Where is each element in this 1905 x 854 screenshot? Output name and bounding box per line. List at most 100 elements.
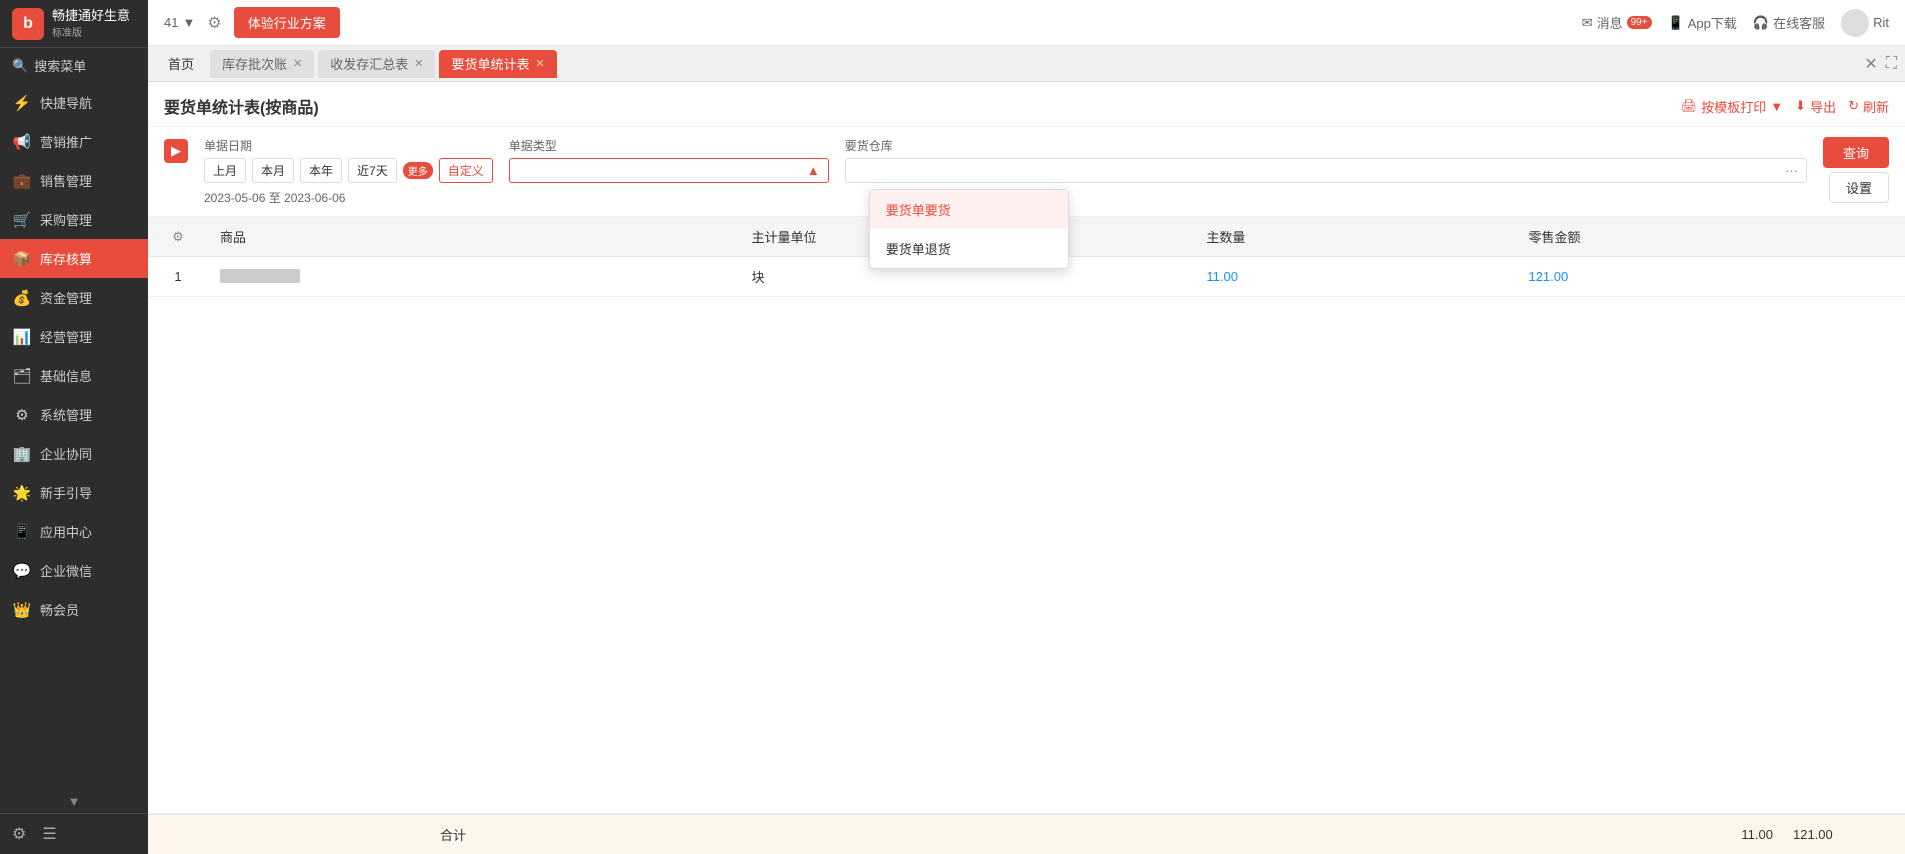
sidebar-item-guide[interactable]: 🌟 新手引导: [0, 473, 148, 512]
trial-button[interactable]: 体验行业方案: [234, 7, 340, 38]
tab-batch-close[interactable]: ✕: [293, 57, 302, 70]
filter-actions: 查询 设置: [1823, 137, 1889, 203]
enterprise-icon: 🏢: [12, 445, 32, 463]
page-content: 要货单统计表(按商品) 🖨 按模板打印 ▼ ⬇ 导出 ↻ 刷新 ▶: [148, 82, 1905, 854]
app-download-item[interactable]: 📱 App下载: [1668, 13, 1737, 32]
sidebar-item-operations[interactable]: 📊 经营管理: [0, 317, 148, 356]
col-settings[interactable]: ⚙: [148, 217, 208, 257]
export-action[interactable]: ⬇ 导出: [1795, 97, 1836, 116]
sidebar-nav: ⚡ 快捷导航 📢 营销推广 💼 销售管理 🛒 采购管理 📦 库存核算 💰 资金管…: [0, 83, 148, 790]
col-amount: 零售金额: [1516, 217, 1905, 257]
dropdown-item-return[interactable]: 要货单退货: [870, 229, 1068, 268]
print-dropdown-icon: ▼: [1770, 99, 1783, 114]
sidebar-item-member[interactable]: 👑 畅会员: [0, 590, 148, 629]
tab-home[interactable]: 首页: [156, 50, 206, 78]
finance-icon: 💰: [12, 289, 32, 307]
blurred-product-name: [220, 269, 300, 283]
refresh-icon: ↻: [1848, 98, 1859, 114]
expand-filter-button[interactable]: ▶: [164, 139, 188, 163]
shortcut-icon: ⚡: [12, 94, 32, 112]
type-filter-group: 单据类型 ▲ 要货单要货 要货单退货: [509, 137, 829, 183]
store-name: 41: [164, 15, 178, 30]
message-item[interactable]: ✉ 消息 99+: [1582, 13, 1652, 32]
date-btn-lastmonth[interactable]: 上月: [204, 158, 246, 183]
tab-summary[interactable]: 收发存汇总表 ✕: [318, 50, 435, 78]
date-filter-row: 上月 本月 本年 近7天 更多 自定义: [204, 158, 493, 183]
page-actions: 🖨 按模板打印 ▼ ⬇ 导出 ↻ 刷新: [1681, 97, 1889, 116]
app-icon: 📱: [1668, 15, 1684, 31]
qty-link[interactable]: 11.00: [1206, 269, 1238, 284]
date-btn-thismonth[interactable]: 本月: [252, 158, 294, 183]
sidebar-item-sales[interactable]: 💼 销售管理: [0, 161, 148, 200]
tab-home-label: 首页: [168, 54, 194, 73]
message-icon: ✉: [1582, 15, 1593, 31]
sidebar-item-label: 经营管理: [40, 327, 92, 346]
date-btn-thisyear[interactable]: 本年: [300, 158, 342, 183]
top-header: 41 ▼ ⚙ 体验行业方案 ✉ 消息 99+ 📱 App下载 🎧 在线客服 R: [148, 0, 1905, 46]
settings-bottom-icon[interactable]: ⚙: [12, 824, 26, 844]
sidebar-item-system[interactable]: ⚙ 系统管理: [0, 395, 148, 434]
export-icon: ⬇: [1795, 98, 1806, 114]
sidebar-item-label: 应用中心: [40, 522, 92, 541]
tab-close-all-icon[interactable]: ✕: [1864, 54, 1877, 74]
store-selector[interactable]: 41 ▼: [164, 15, 195, 30]
dropdown-item-label: 要货单要货: [886, 203, 951, 218]
tab-requisition[interactable]: 要货单统计表 ✕: [439, 50, 556, 78]
sidebar-item-label: 采购管理: [40, 210, 92, 229]
service-item[interactable]: 🎧 在线客服: [1753, 13, 1825, 32]
settings-button[interactable]: 设置: [1829, 172, 1889, 203]
menu-bottom-icon[interactable]: ☰: [42, 824, 56, 844]
logo-name: 畅捷通好生意: [52, 8, 130, 25]
sidebar-search[interactable]: 🔍 搜索菜单: [0, 48, 148, 83]
warehouse-filter-input[interactable]: ···: [845, 158, 1807, 183]
sidebar-item-purchase[interactable]: 🛒 采购管理: [0, 200, 148, 239]
footer-label: 合计: [160, 825, 466, 844]
export-label: 导出: [1810, 97, 1836, 116]
amount-link[interactable]: 121.00: [1528, 269, 1568, 284]
sidebar-item-inventory[interactable]: 📦 库存核算: [0, 239, 148, 278]
sidebar-item-appstore[interactable]: 📱 应用中心: [0, 512, 148, 551]
print-label: 按模板打印: [1701, 97, 1766, 116]
tab-expand-icon[interactable]: ⛶: [1886, 55, 1897, 73]
sidebar-item-label: 资金管理: [40, 288, 92, 307]
header-settings-icon[interactable]: ⚙: [207, 13, 221, 33]
sidebar-item-enterprise[interactable]: 🏢 企业协同: [0, 434, 148, 473]
marketing-icon: 📢: [12, 133, 32, 151]
user-item[interactable]: Rit: [1841, 9, 1889, 37]
sidebar-item-label: 营销推广: [40, 132, 92, 151]
sidebar-item-finance[interactable]: 💰 资金管理: [0, 278, 148, 317]
sidebar-item-label: 企业微信: [40, 561, 92, 580]
type-filter-label: 单据类型: [509, 137, 829, 154]
date-more-badge[interactable]: 更多: [403, 162, 433, 179]
tab-summary-close[interactable]: ✕: [414, 57, 423, 70]
query-button[interactable]: 查询: [1823, 137, 1889, 168]
date-btn-custom[interactable]: 自定义: [439, 158, 493, 183]
warehouse-more-icon: ···: [1785, 163, 1798, 178]
page-header: 要货单统计表(按商品) 🖨 按模板打印 ▼ ⬇ 导出 ↻ 刷新: [148, 82, 1905, 127]
print-action[interactable]: 🖨 按模板打印 ▼: [1681, 97, 1783, 116]
search-icon: 🔍: [12, 58, 28, 74]
date-btn-7days[interactable]: 近7天: [348, 158, 397, 183]
sidebar-item-wechat[interactable]: 💬 企业微信: [0, 551, 148, 590]
refresh-action[interactable]: ↻ 刷新: [1848, 97, 1889, 116]
sidebar-item-basic[interactable]: 🗂 基础信息: [0, 356, 148, 395]
cell-product: [208, 257, 740, 297]
user-avatar: [1841, 9, 1869, 37]
sidebar-scroll-down[interactable]: ▼: [0, 790, 148, 813]
type-filter-input[interactable]: ▲: [509, 158, 829, 183]
sidebar-item-label: 销售管理: [40, 171, 92, 190]
sidebar-item-label: 库存核算: [40, 249, 92, 268]
tab-batch[interactable]: 库存批次账 ✕: [210, 50, 314, 78]
sidebar-bottom: ⚙ ☰: [0, 813, 148, 854]
sidebar-item-shortcut[interactable]: ⚡ 快捷导航: [0, 83, 148, 122]
dropdown-item-requisition[interactable]: 要货单要货: [870, 190, 1068, 229]
tabs-bar: 首页 库存批次账 ✕ 收发存汇总表 ✕ 要货单统计表 ✕ ✕ ⛶: [148, 46, 1905, 82]
sidebar-logo: b 畅捷通好生意 标准版: [0, 0, 148, 48]
cell-seq: 1: [148, 257, 208, 297]
sidebar: b 畅捷通好生意 标准版 🔍 搜索菜单 ⚡ 快捷导航 📢 营销推广 💼 销售管理…: [0, 0, 148, 854]
table-container: ⚙ 商品 主计量单位 主数量 零售金额: [148, 217, 1905, 813]
tab-requisition-close[interactable]: ✕: [536, 57, 545, 70]
date-filter-label: 单据日期: [204, 137, 493, 154]
system-icon: ⚙: [12, 406, 32, 424]
sidebar-item-marketing[interactable]: 📢 营销推广: [0, 122, 148, 161]
